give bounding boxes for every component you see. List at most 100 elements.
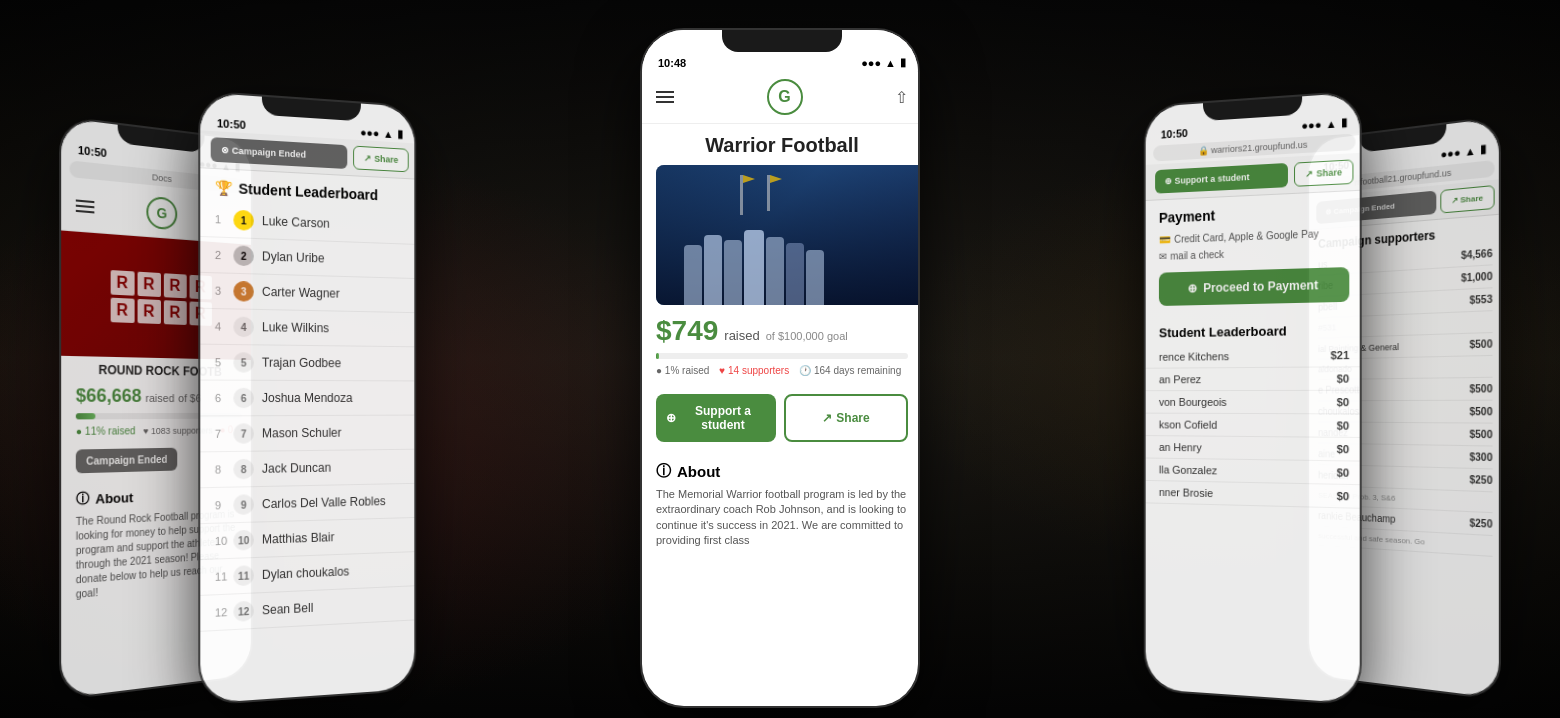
right-support-btn[interactable]: ⊕ Support a student xyxy=(1155,163,1288,194)
leaderboard-item-6: 6 6 Joshua Mendoza xyxy=(200,381,416,417)
far-left-raised-label: raised xyxy=(145,392,174,404)
phone-right-device: 10:50 ●●● ▲ ▮ 🔒 warriors21.groupfund.us … xyxy=(1144,90,1362,706)
player-silhouette-7 xyxy=(806,250,824,305)
center-progress-container xyxy=(656,353,908,359)
phones-container: 10:50 ●●● ▲ ▮ Docs G xyxy=(0,0,1560,718)
rr-letter-2: R xyxy=(137,271,160,296)
left-share-btn[interactable]: ↗ Share xyxy=(354,146,409,173)
far-left-url: Docs xyxy=(152,172,172,184)
right-lb-item-2: an Perez $0 xyxy=(1146,367,1362,391)
left-status-icons: ●●● ▲ ▮ xyxy=(360,125,403,140)
player-silhouette-3 xyxy=(724,240,742,305)
right-share-btn[interactable]: ↗ Share xyxy=(1295,159,1354,186)
leaderboard-item-5: 5 5 Trajan Godbee xyxy=(200,345,416,382)
left-campaign-ended-btn[interactable]: ⊗ Campaign Ended xyxy=(211,137,348,169)
flag-pole-2 xyxy=(767,175,770,211)
info-icon-center: ⓘ xyxy=(656,462,671,481)
flag-1 xyxy=(743,175,755,183)
player-silhouette-6 xyxy=(786,243,804,305)
player-name-6: Joshua Mendoza xyxy=(262,391,405,405)
center-support-btn[interactable]: ⊕ Support a student xyxy=(656,394,776,442)
rank-badge-4: 4 xyxy=(233,317,253,338)
rank-badge-12: 12 xyxy=(233,601,253,622)
center-about-text: The Memorial Warrior football program is… xyxy=(656,487,908,549)
player-silhouette-5 xyxy=(766,237,784,305)
info-icon: ⓘ xyxy=(76,489,89,508)
player-name-12: Sean Bell xyxy=(262,596,405,617)
center-amount-row: $749 raised of $100,000 goal xyxy=(656,315,908,347)
battery-icon-right: ▮ xyxy=(1341,116,1347,130)
center-stats-section: $749 raised of $100,000 goal ● 1% raised… xyxy=(642,305,920,384)
check-icon: ✉ xyxy=(1159,251,1167,262)
rank-badge-11: 11 xyxy=(233,565,253,586)
center-goal-text: of $100,000 goal xyxy=(766,330,848,342)
rank-badge-7: 7 xyxy=(233,423,253,443)
far-left-raised-amount: $66,668 xyxy=(76,385,142,407)
center-time: 10:48 xyxy=(658,57,686,69)
rr-letter-5: R xyxy=(110,297,134,322)
right-leaderboard-title: Student Leaderboard xyxy=(1146,312,1362,347)
card-icon: 💳 xyxy=(1159,234,1170,245)
rank-badge-9: 9 xyxy=(233,494,253,515)
right-lb-item-4: kson Cofield $0 xyxy=(1146,414,1362,438)
center-status-icons: ●●● ▲ ▮ xyxy=(861,56,906,69)
wifi-icon-far-right: ▲ xyxy=(1465,144,1476,158)
rank-badge-3: 3 xyxy=(233,281,253,302)
center-about-title: ⓘ About xyxy=(656,462,908,481)
right-payment-title: Payment xyxy=(1159,202,1349,226)
trophy-icon: 🏆 xyxy=(215,179,233,196)
signal-icon-center: ●●● xyxy=(861,57,881,69)
leaderboard-item-3: 3 3 Carter Wagner xyxy=(200,273,416,313)
player-name-5: Trajan Godbee xyxy=(262,356,405,371)
flag-pole-1 xyxy=(740,175,743,215)
center-notch xyxy=(722,30,842,52)
center-raised-label: raised xyxy=(724,328,759,343)
rr-letter-7: R xyxy=(163,300,186,325)
center-app-header: G ⇧ xyxy=(642,71,920,124)
right-time: 10:50 xyxy=(1161,127,1188,140)
leaderboard-item-4: 4 4 Luke Wilkins xyxy=(200,309,416,348)
rr-letter-1: R xyxy=(110,269,134,295)
far-right-share-btn[interactable]: ↗ Share xyxy=(1440,185,1495,214)
player-name-9: Carlos Del Valle Robles xyxy=(262,494,405,511)
share-icon: ↗ xyxy=(822,411,832,425)
player-silhouette-1 xyxy=(684,245,702,305)
lock-icon: 🔒 xyxy=(1198,145,1209,156)
battery-icon-center: ▮ xyxy=(900,56,906,69)
far-left-stat-raised: ● 11% raised xyxy=(76,425,136,437)
player-name-10: Matthias Blair xyxy=(262,528,405,547)
left-time: 10:50 xyxy=(217,116,246,130)
player-name-8: Jack Duncan xyxy=(262,460,405,476)
rank-badge-10: 10 xyxy=(233,530,253,551)
left-leaderboard-section: 🏆 Student Leaderboard 1 1 Luke Carson 2 … xyxy=(200,168,416,632)
far-left-hamburger[interactable] xyxy=(76,199,95,213)
player-name-3: Carter Wagner xyxy=(262,285,405,302)
right-leaderboard-section: Student Leaderboard rence Kitchens $21 a… xyxy=(1146,312,1362,509)
right-url: warriors21.groupfund.us xyxy=(1211,140,1308,156)
player-name-1: Luke Carson xyxy=(262,214,405,234)
far-left-time: 10:50 xyxy=(78,143,107,159)
player-name-11: Dylan choukalos xyxy=(262,562,405,582)
rank-badge-8: 8 xyxy=(233,459,253,480)
center-hamburger[interactable] xyxy=(656,91,674,103)
phone-center-screen: 10:48 ●●● ▲ ▮ G ⇧ Warrior Footba xyxy=(642,30,920,706)
center-team-name: Warrior Football xyxy=(642,124,920,165)
far-left-campaign-ended-btn[interactable]: Campaign Ended xyxy=(76,448,177,474)
signal-icon-right: ●●● xyxy=(1301,118,1321,131)
support-icon: ⊕ xyxy=(666,411,676,425)
flags-area xyxy=(740,175,770,215)
signal-icon-far-right: ●●● xyxy=(1440,146,1460,161)
wifi-icon-left: ▲ xyxy=(383,127,393,139)
rank-badge-5: 5 xyxy=(233,352,253,372)
center-logo: G xyxy=(767,79,803,115)
phone-left: 10:50 ●●● ▲ ▮ ⊗ Campaign Ended ↗ Share 🏆 xyxy=(198,90,416,706)
right-proceed-btn[interactable]: ⊕ Proceed to Payment xyxy=(1159,267,1349,306)
battery-icon-far-right: ▮ xyxy=(1480,142,1486,156)
center-share-btn[interactable]: ↗ Share xyxy=(784,394,908,442)
center-team-photo-inner xyxy=(656,165,920,305)
far-right-status-icons: ●●● ▲ ▮ xyxy=(1440,142,1486,160)
share-icon-center[interactable]: ⇧ xyxy=(895,88,908,107)
center-stat-days: 🕐 164 days remaining xyxy=(799,365,901,376)
player-silhouette-2 xyxy=(704,235,722,305)
phone-center-device: 10:48 ●●● ▲ ▮ G ⇧ Warrior Footba xyxy=(640,28,920,708)
